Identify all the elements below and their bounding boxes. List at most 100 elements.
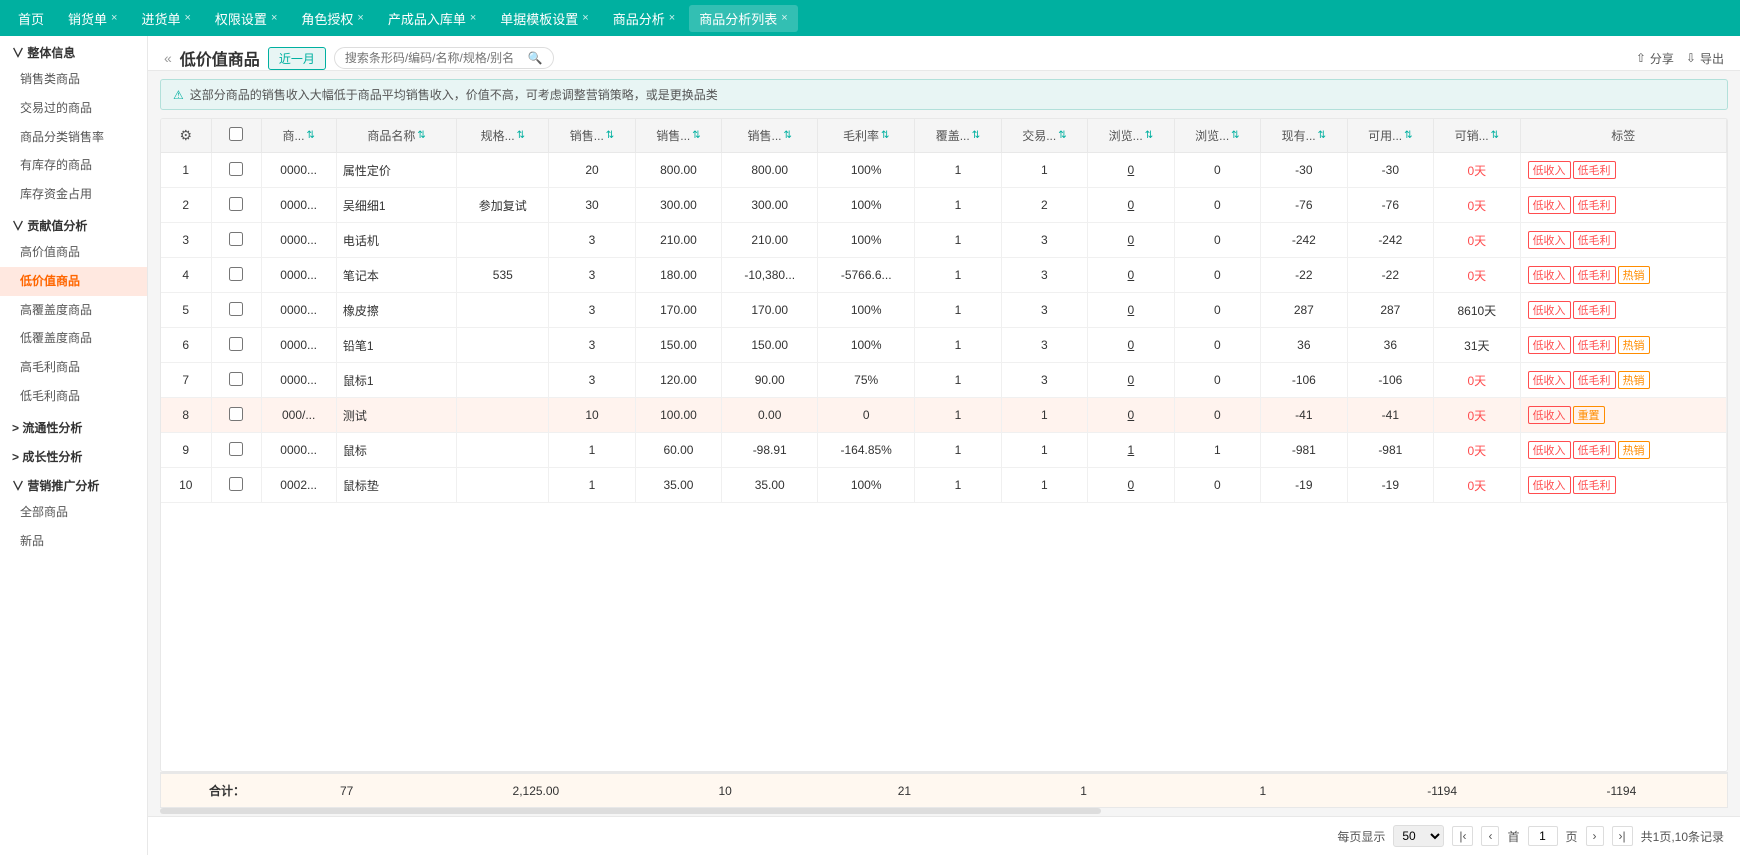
th-current[interactable]: 现有...⇅: [1261, 119, 1347, 153]
browse-link[interactable]: 0: [1128, 408, 1135, 422]
browse-link[interactable]: 0: [1128, 163, 1135, 177]
th-sales-amount[interactable]: 销售...⇅: [722, 119, 818, 153]
collapse-button[interactable]: «: [164, 50, 172, 66]
nav-close-icon[interactable]: ×: [781, 12, 787, 24]
row-checkbox[interactable]: [229, 407, 243, 421]
nav-item-进货单[interactable]: 进货单 ×: [131, 5, 200, 32]
first-page-button[interactable]: |‹: [1452, 826, 1473, 846]
page-size-select[interactable]: 50 100 200: [1393, 825, 1444, 847]
browse-link[interactable]: 1: [1128, 443, 1135, 457]
sidebar-item-有库存的商品[interactable]: 有库存的商品: [0, 151, 147, 180]
cell-gross-rate: 100%: [818, 223, 915, 258]
row-checkbox[interactable]: [229, 197, 243, 211]
th-name[interactable]: 商品名称⇅: [336, 119, 457, 153]
row-number: 2: [182, 198, 189, 212]
nav-close-icon[interactable]: ×: [470, 12, 476, 24]
nav-item-销货单[interactable]: 销货单 ×: [58, 5, 127, 32]
sidebar-item-低覆盖度商品[interactable]: 低覆盖度商品: [0, 324, 147, 353]
sidebar-item-销售类商品[interactable]: 销售类商品: [0, 65, 147, 94]
nav-item-产成品入库单[interactable]: 产成品入库单 ×: [378, 5, 486, 32]
settings-icon[interactable]: ⚙: [179, 127, 192, 143]
sidebar-group-贡献值分析[interactable]: ∨ 贡献值分析: [0, 209, 147, 238]
th-sales-price[interactable]: 销售...⇅: [635, 119, 721, 153]
nav-item-首页[interactable]: 首页: [8, 5, 54, 32]
cell-trade: 3: [1001, 293, 1087, 328]
sidebar-item-高覆盖度商品[interactable]: 高覆盖度商品: [0, 296, 147, 325]
browse-link[interactable]: 0: [1128, 478, 1135, 492]
sidebar-item-高价值商品[interactable]: 高价值商品: [0, 238, 147, 267]
th-coverage[interactable]: 覆盖...⇅: [915, 119, 1001, 153]
cell-browse2: 0: [1174, 293, 1260, 328]
th-browse1[interactable]: 浏览...⇅: [1088, 119, 1174, 153]
th-browse2[interactable]: 浏览...⇅: [1174, 119, 1260, 153]
nav-item-权限设置[interactable]: 权限设置 ×: [205, 5, 287, 32]
search-icon[interactable]: 🔍: [528, 51, 543, 65]
sidebar-item-新品[interactable]: 新品: [0, 527, 147, 556]
browse-link[interactable]: 0: [1128, 338, 1135, 352]
sidebar-item-库存资金占用[interactable]: 库存资金占用: [0, 180, 147, 209]
prev-page-button[interactable]: ‹: [1481, 826, 1499, 846]
sidebar-group-营销推广分析[interactable]: ∨ 营销推广分析: [0, 469, 147, 498]
horizontal-scrollbar[interactable]: [160, 808, 1728, 816]
th-spec[interactable]: 规格...⇅: [457, 119, 549, 153]
select-all-checkbox[interactable]: [229, 127, 243, 141]
nav-close-icon[interactable]: ×: [184, 12, 190, 24]
row-checkbox[interactable]: [229, 337, 243, 351]
next-page-button[interactable]: ›: [1586, 826, 1604, 846]
th-code[interactable]: 商...⇅: [261, 119, 336, 153]
page-number-input[interactable]: [1528, 826, 1558, 846]
th-trade[interactable]: 交易...⇅: [1001, 119, 1087, 153]
tag-低毛利: 低毛利: [1573, 371, 1616, 389]
nav-close-icon[interactable]: ×: [669, 12, 675, 24]
sidebar-item-全部商品[interactable]: 全部商品: [0, 498, 147, 527]
cell-available: -242: [1347, 223, 1433, 258]
sidebar-item-交易过的商品[interactable]: 交易过的商品: [0, 94, 147, 123]
sidebar-item-商品分类销售率[interactable]: 商品分类销售率: [0, 123, 147, 152]
sidebar-item-低价值商品[interactable]: 低价值商品: [0, 267, 147, 296]
share-button[interactable]: ⇧ 分享: [1636, 50, 1674, 67]
cell-code: 0000...: [261, 328, 336, 363]
filter-recent-month-button[interactable]: 近一月: [268, 47, 326, 70]
sidebar-group-整体信息[interactable]: ∨ 整体信息: [0, 36, 147, 65]
nav-close-icon[interactable]: ×: [582, 12, 588, 24]
export-button[interactable]: ⇩ 导出: [1686, 50, 1724, 67]
data-table: ⚙ 商...⇅ 商品名称⇅ 规格...⇅ 销售...⇅ 销售...⇅ 销售...…: [160, 118, 1728, 772]
cell-spec: [457, 363, 549, 398]
nav-item-商品分析列表[interactable]: 商品分析列表 ×: [689, 5, 797, 32]
browse-link[interactable]: 0: [1128, 303, 1135, 317]
cell-browse2: 0: [1174, 223, 1260, 258]
last-page-button[interactable]: ›|: [1612, 826, 1633, 846]
browse-link[interactable]: 0: [1128, 373, 1135, 387]
th-gross-rate[interactable]: 毛利率⇅: [818, 119, 915, 153]
th-settings[interactable]: ⚙: [161, 119, 211, 153]
cell-sales-amount: 0.00: [722, 398, 818, 433]
export-icon: ⇩: [1686, 51, 1696, 65]
cell-sales-qty: 3: [549, 293, 635, 328]
cell-coverage: 1: [915, 188, 1001, 223]
row-checkbox[interactable]: [229, 442, 243, 456]
row-checkbox[interactable]: [229, 267, 243, 281]
th-saleable[interactable]: 可销...⇅: [1434, 119, 1520, 153]
row-checkbox[interactable]: [229, 302, 243, 316]
sidebar-item-低毛利商品[interactable]: 低毛利商品: [0, 382, 147, 411]
nav-item-单据模板设置[interactable]: 单据模板设置 ×: [490, 5, 598, 32]
search-input[interactable]: [345, 51, 524, 65]
nav-close-icon[interactable]: ×: [357, 12, 363, 24]
browse-link[interactable]: 0: [1128, 198, 1135, 212]
row-checkbox[interactable]: [229, 232, 243, 246]
browse-link[interactable]: 0: [1128, 268, 1135, 282]
th-sales-qty[interactable]: 销售...⇅: [549, 119, 635, 153]
nav-item-商品分析[interactable]: 商品分析 ×: [603, 5, 685, 32]
browse-link[interactable]: 0: [1128, 233, 1135, 247]
row-checkbox[interactable]: [229, 162, 243, 176]
nav-close-icon[interactable]: ×: [111, 12, 117, 24]
sidebar-group-成长性分析[interactable]: > 成长性分析: [0, 440, 147, 469]
th-available[interactable]: 可用...⇅: [1347, 119, 1433, 153]
sidebar-item-高毛利商品[interactable]: 高毛利商品: [0, 353, 147, 382]
row-checkbox[interactable]: [229, 477, 243, 491]
row-checkbox[interactable]: [229, 372, 243, 386]
nav-close-icon[interactable]: ×: [271, 12, 277, 24]
nav-item-角色授权[interactable]: 角色授权 ×: [291, 5, 373, 32]
cell-name: 鼠标1: [336, 363, 457, 398]
sidebar-group-流通性分析[interactable]: > 流通性分析: [0, 411, 147, 440]
